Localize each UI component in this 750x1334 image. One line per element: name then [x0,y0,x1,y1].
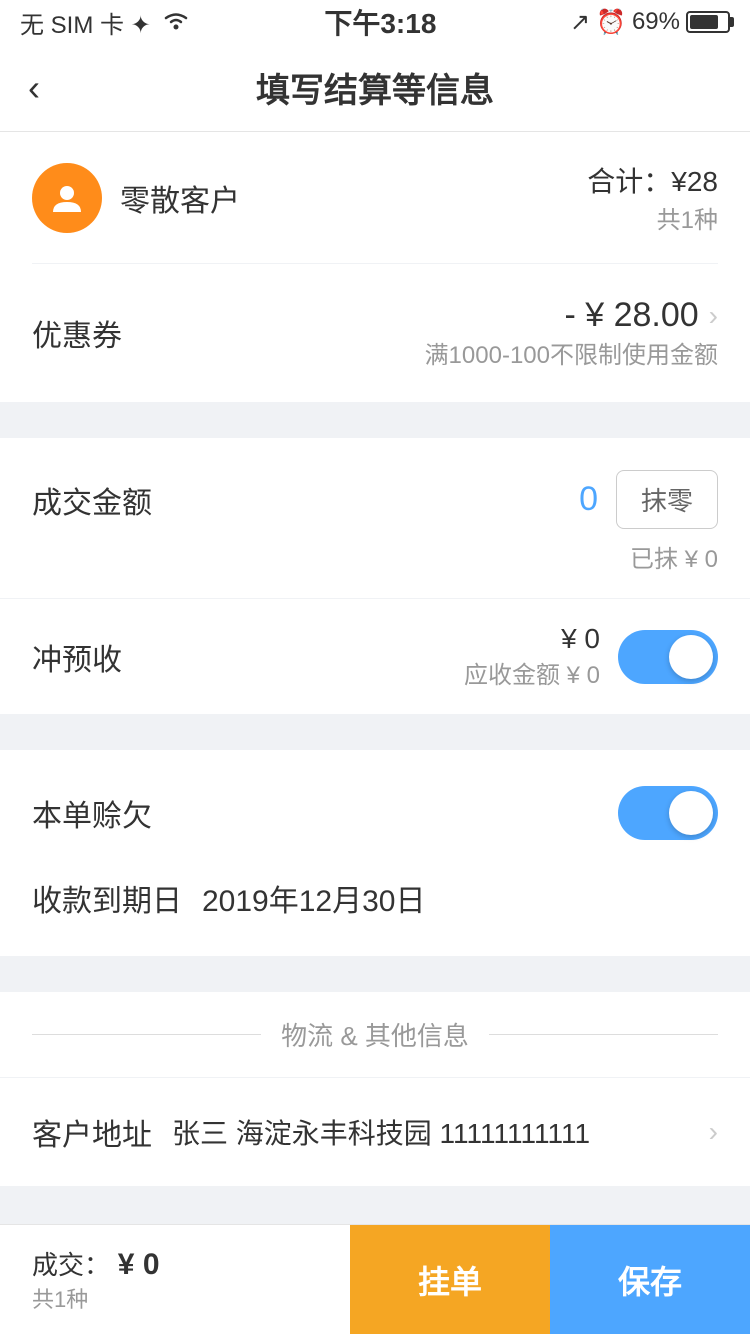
logistics-section: 物流 & 其他信息 客户地址 张三 海淀永丰科技园 11111111111 › [0,992,750,1186]
coupon-chevron-icon: › [709,300,718,332]
prepayment-row: 冲预收 ¥ 0 应收金额 ¥ 0 [0,598,750,714]
debt-section: 本单赊欠 收款到期日 2019年12月30日 [0,750,750,956]
nav-bar: ‹ 填写结算等信息 [0,44,750,132]
status-bar-time: 下午3:18 [324,2,436,42]
page-title: 填写结算等信息 [256,63,494,112]
transaction-row: 成交金额 0 抹零 [0,438,750,539]
customer-name: 零散客户 [120,176,240,220]
logistics-line-right [489,1034,718,1035]
logistics-header: 物流 & 其他信息 [0,992,750,1077]
main-content: 零散客户 合计：¥28 共1种 优惠券 - ¥ 28.00 › 满1000-10… [0,132,750,1322]
location-icon: ↗ [570,8,590,37]
transaction-value[interactable]: 0 [579,480,598,519]
coupon-right-wrap: - ¥ 28.00 › 满1000-100不限制使用金额 [425,296,718,370]
round-zero-button[interactable]: 抹零 [616,470,718,529]
bottom-deal-label: 成交： [32,1250,110,1280]
address-value: 张三 海淀永丰科技园 11111111111 [172,1112,709,1152]
coupon-row[interactable]: 优惠券 - ¥ 28.00 › 满1000-100不限制使用金额 [0,264,750,402]
prepayment-sub: 应收金额 ¥ 0 [464,655,600,690]
separator-2 [0,730,750,750]
separator-1 [0,418,750,438]
alarm-icon: ⏰ [596,8,626,37]
transaction-right: 0 抹零 [579,470,718,529]
save-button[interactable]: 保存 [550,1225,750,1334]
customer-count: 共1种 [587,200,718,235]
transaction-label: 成交金额 [32,478,152,522]
bottom-deal-amount: ¥ 0 [118,1248,160,1281]
customer-total: 合计：¥28 [587,160,718,200]
address-chevron-icon: › [709,1116,718,1148]
transaction-section: 成交金额 0 抹零 已抹 ¥ 0 冲预收 ¥ 0 应收金额 ¥ 0 [0,438,750,714]
toggle-knob [669,635,713,679]
status-bar-left: 无 SIM 卡 ✦ [20,5,191,40]
address-row[interactable]: 客户地址 张三 海淀永丰科技园 11111111111 › [0,1077,750,1186]
customer-right: 合计：¥28 共1种 [587,160,718,235]
bottom-info: 成交： ¥ 0 共1种 [0,1245,350,1314]
logistics-line-left [32,1034,261,1035]
prepayment-value: ¥ 0 [464,623,600,655]
bottom-deal-row: 成交： ¥ 0 [32,1245,318,1282]
coupon-discount: - ¥ 28.00 [564,296,698,335]
status-bar: 无 SIM 卡 ✦ 下午3:18 ↗ ⏰ 69% [0,0,750,44]
customer-section: 零散客户 合计：¥28 共1种 优惠券 - ¥ 28.00 › 满1000-10… [0,132,750,402]
prepayment-toggle[interactable] [618,630,718,684]
debt-label: 本单赊欠 [32,791,152,835]
debt-toggle-knob [669,791,713,835]
due-date-row: 收款到期日 2019年12月30日 [0,876,750,956]
prepayment-label: 冲预收 [32,635,122,679]
coupon-note: 满1000-100不限制使用金额 [425,335,718,370]
customer-row: 零散客户 合计：¥28 共1种 [0,132,750,263]
prepayment-amounts: ¥ 0 应收金额 ¥ 0 [464,623,600,690]
customer-left: 零散客户 [32,163,240,233]
customer-avatar [32,163,102,233]
sim-status: 无 SIM 卡 ✦ [20,5,151,40]
debt-row: 本单赊欠 [0,750,750,876]
due-date-label: 收款到期日 [32,876,182,920]
bottom-count: 共1种 [32,1282,318,1314]
prepayment-right: ¥ 0 应收金额 ¥ 0 [464,623,718,690]
wifi-icon [161,8,191,37]
transaction-sub: 已抹 ¥ 0 [0,539,750,598]
logistics-header-text: 物流 & 其他信息 [281,1016,469,1053]
due-date-value[interactable]: 2019年12月30日 [202,876,425,920]
separator-3 [0,972,750,992]
hang-button[interactable]: 挂单 [350,1225,550,1334]
status-bar-right: ↗ ⏰ 69% [570,8,730,37]
address-label: 客户地址 [32,1110,152,1154]
battery-icon [686,11,730,33]
debt-toggle[interactable] [618,786,718,840]
battery-percent: 69% [632,8,680,36]
back-button[interactable]: ‹ [28,67,40,109]
bottom-bar: 成交： ¥ 0 共1种 挂单 保存 [0,1224,750,1334]
coupon-label: 优惠券 [32,311,122,355]
